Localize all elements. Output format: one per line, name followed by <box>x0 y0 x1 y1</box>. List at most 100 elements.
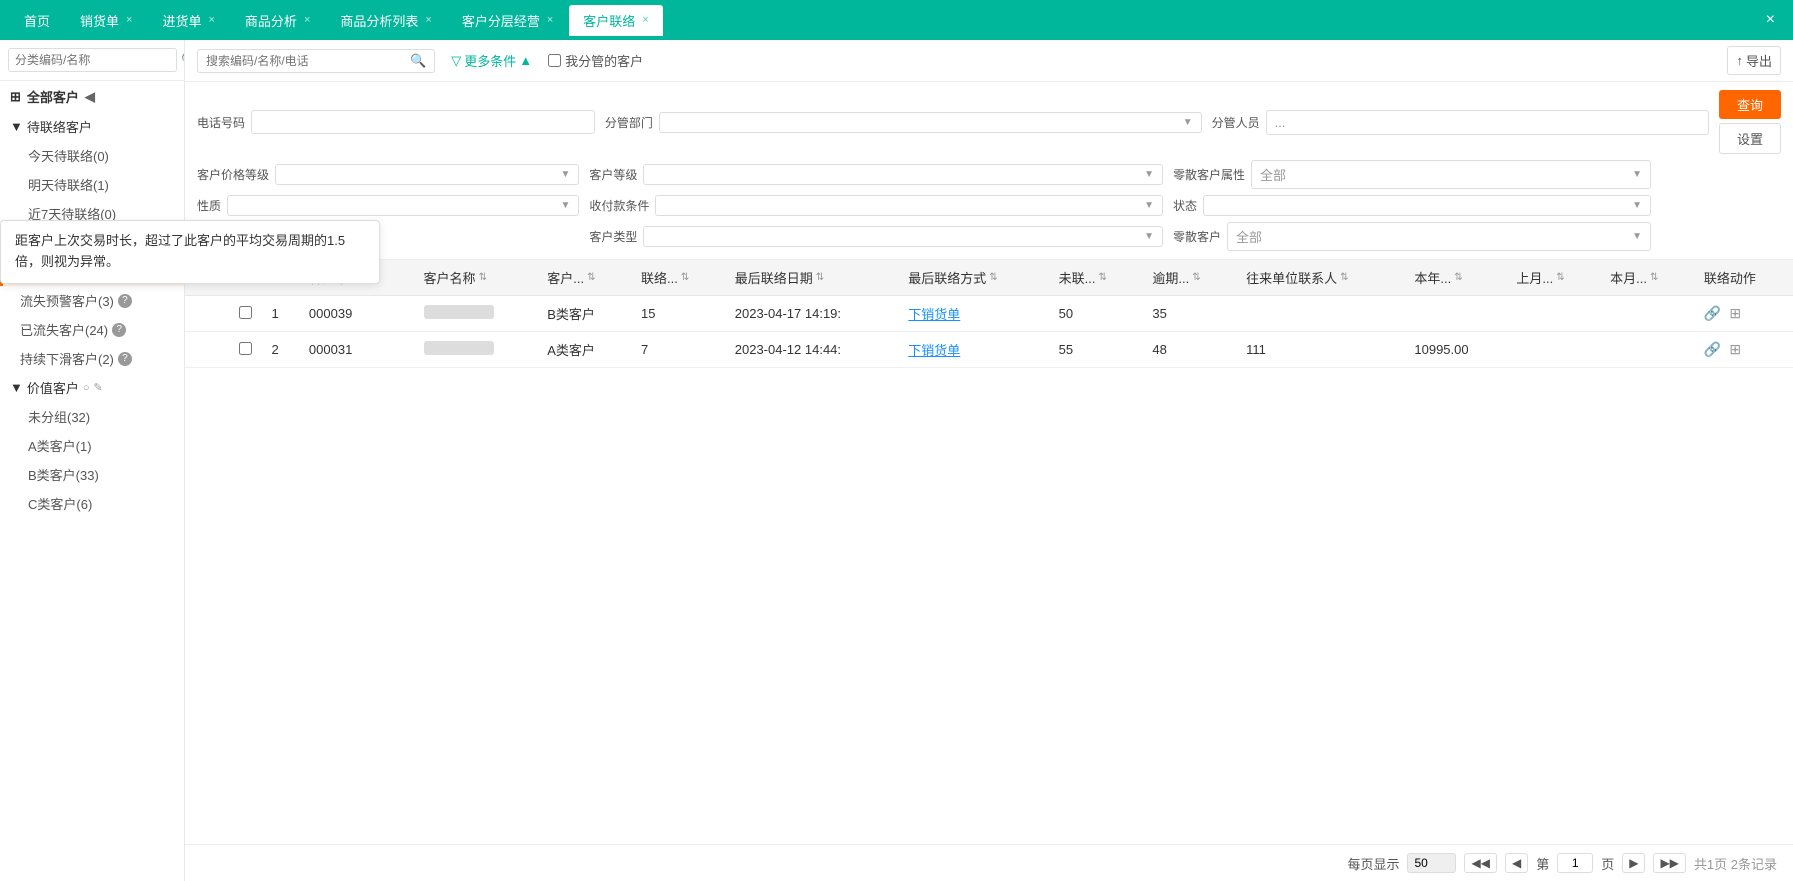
query-button[interactable]: 查询 <box>1719 90 1781 119</box>
row-checkbox[interactable] <box>239 342 252 355</box>
first-page-button[interactable]: ◀◀ <box>1464 853 1496 873</box>
close-icon[interactable]: × <box>425 14 431 26</box>
customer-level-select[interactable]: ▼ <box>643 164 1163 185</box>
row-checkbox-cell[interactable] <box>229 332 262 368</box>
row-index: 1 <box>262 296 299 332</box>
sort-icon[interactable]: ⇅ <box>1556 272 1564 283</box>
tab-purchase-order[interactable]: 进货单 × <box>148 5 228 36</box>
sidebar-item-unclassified[interactable]: 未分组(32) <box>0 402 184 431</box>
edit-icon[interactable]: ✎ <box>94 381 103 394</box>
sort-icon[interactable]: ⇅ <box>1340 272 1348 283</box>
sort-icon[interactable]: ⇅ <box>1454 272 1462 283</box>
customer-type-column-header[interactable]: 客户...⇅ <box>537 260 631 296</box>
next-page-button[interactable]: ▶ <box>1622 853 1645 873</box>
contact-column-header[interactable]: 联络...⇅ <box>631 260 725 296</box>
last-page-button[interactable]: ▶▶ <box>1653 853 1685 873</box>
close-icon[interactable]: × <box>304 14 310 26</box>
prev-page-button[interactable]: ◀ <box>1505 853 1528 873</box>
page-input[interactable] <box>1557 853 1593 873</box>
unit-contacts-column-header[interactable]: 往来单位联系人⇅ <box>1236 260 1404 296</box>
tab-sales-order[interactable]: 销货单 × <box>66 5 146 36</box>
sort-icon[interactable]: ⇅ <box>479 272 487 283</box>
close-icon[interactable]: × <box>126 14 132 26</box>
row-unit-contacts: 111 <box>1236 332 1404 368</box>
help-icon[interactable]: ? <box>118 352 132 366</box>
dept-select[interactable]: ▼ <box>659 112 1202 133</box>
sort-icon[interactable]: ⇅ <box>989 272 997 283</box>
row-checkbox[interactable] <box>239 306 252 319</box>
search-icon[interactable]: 🔍 <box>410 53 426 69</box>
sort-icon[interactable]: ⇅ <box>587 272 595 283</box>
tab-product-analysis-list[interactable]: 商品分析列表 × <box>326 5 445 36</box>
customer-type-select[interactable]: ▼ <box>643 226 1163 247</box>
close-icon[interactable]: × <box>547 14 553 26</box>
zero-retail2-select[interactable]: 全部 ▼ <box>1227 222 1651 251</box>
collapse-icon[interactable]: ◀ <box>85 89 95 105</box>
tab-customer-segmentation[interactable]: 客户分层经营 × <box>448 5 567 36</box>
sidebar-search-input[interactable] <box>8 48 177 72</box>
row-checkbox-cell[interactable] <box>229 296 262 332</box>
sidebar-item-today-pending[interactable]: 今天待联络(0) <box>0 141 184 170</box>
this-month-column-header[interactable]: 本月...⇅ <box>1600 260 1694 296</box>
sidebar-item-continuous-decline[interactable]: 持续下滑客户(2) ? <box>0 344 184 373</box>
sidebar-item-a-class[interactable]: A类客户(1) <box>0 431 184 460</box>
row-contact: 7 <box>631 332 725 368</box>
sidebar-item-c-class[interactable]: C类客户(6) <box>0 489 184 518</box>
per-page-select[interactable]: 50 20 100 <box>1407 853 1456 873</box>
sidebar-item-lost-soon[interactable]: 流失预警客户(3) ? <box>0 286 184 315</box>
data-table-wrapper[interactable]: ⚙ 客户编码⇅ 客户名称⇅ 客户...⇅ <box>185 260 1793 844</box>
last-contact-method-column-header[interactable]: 最后联络方式⇅ <box>898 260 1048 296</box>
window-close-button[interactable]: × <box>1758 7 1783 33</box>
gender-select[interactable]: ▼ <box>227 195 579 216</box>
chevron-down-icon: ▼ <box>1632 200 1642 211</box>
link-action-icon[interactable]: 🔗 <box>1704 341 1721 358</box>
settings-button[interactable]: 设置 <box>1719 123 1781 154</box>
tab-home[interactable]: 首页 <box>10 5 64 36</box>
row-last-contact-method[interactable]: 下销货单 <box>898 332 1048 368</box>
my-customers-checkbox[interactable] <box>548 54 561 67</box>
sort-icon[interactable]: ⇅ <box>816 272 824 283</box>
sort-icon[interactable]: ⇅ <box>681 272 689 283</box>
last-month-column-header[interactable]: 上月...⇅ <box>1506 260 1600 296</box>
sort-icon[interactable]: ⇅ <box>1650 272 1658 283</box>
help-icon[interactable]: ? <box>112 323 126 337</box>
sidebar-item-already-lost[interactable]: 已流失客户(24) ? <box>0 315 184 344</box>
export-button[interactable]: ↑ 导出 <box>1727 46 1781 75</box>
sort-icon[interactable]: ⇅ <box>1098 272 1106 283</box>
link-action-icon[interactable]: 🔗 <box>1704 305 1721 322</box>
chevron-down-icon: ▼ <box>10 119 23 134</box>
close-icon[interactable]: × <box>208 14 214 26</box>
sidebar-pending-section[interactable]: ▼ 待联络客户 <box>0 112 184 141</box>
price-level-select[interactable]: ▼ <box>275 164 579 185</box>
help-icon[interactable]: ? <box>118 294 132 308</box>
unread-column-header[interactable]: 未联...⇅ <box>1049 260 1143 296</box>
chevron-icon: ▲ <box>519 53 532 68</box>
manager-select[interactable]: ... <box>1266 110 1709 135</box>
close-icon[interactable]: × <box>642 14 648 26</box>
zero-retail-select[interactable]: 全部 ▼ <box>1251 160 1651 189</box>
more-conditions-button[interactable]: ▽ 更多条件 ▲ <box>445 48 538 73</box>
row-last-contact-method[interactable]: 下销货单 <box>898 296 1048 332</box>
my-customers-checkbox-wrap[interactable]: 我分管的客户 <box>548 51 643 70</box>
payment-select[interactable]: ▼ <box>655 195 1163 216</box>
phone-input[interactable] <box>251 110 595 134</box>
circle-icon[interactable]: ○ <box>83 382 90 394</box>
filter-area: 电话号码 分管部门 ▼ 分管人员 ... 查询 <box>185 82 1793 260</box>
sidebar-value-customer-header[interactable]: ▼ 价值客户 ○ ✎ <box>0 373 184 402</box>
sort-icon[interactable]: ⇅ <box>1192 272 1200 283</box>
qr-action-icon[interactable]: ⊞ <box>1729 305 1741 322</box>
sidebar-all-customers-header[interactable]: ⊞ 全部客户 ◀ <box>0 81 184 112</box>
sidebar-item-b-class[interactable]: B类客户(33) <box>0 460 184 489</box>
payment-label: 收付款条件 <box>589 197 649 214</box>
sidebar-item-tomorrow-pending[interactable]: 明天待联络(1) <box>0 170 184 199</box>
overdue-column-header[interactable]: 逾期...⇅ <box>1142 260 1236 296</box>
search-input[interactable] <box>206 54 406 68</box>
qr-action-icon[interactable]: ⊞ <box>1729 341 1741 358</box>
name-column-header[interactable]: 客户名称⇅ <box>414 260 538 296</box>
status-select[interactable]: ▼ <box>1203 195 1651 216</box>
row-last-month <box>1506 332 1600 368</box>
tab-product-analysis[interactable]: 商品分析 × <box>231 5 324 36</box>
last-contact-date-column-header[interactable]: 最后联络日期⇅ <box>725 260 899 296</box>
tab-customer-contact[interactable]: 客户联络 × <box>569 5 662 36</box>
this-year-column-header[interactable]: 本年...⇅ <box>1404 260 1506 296</box>
